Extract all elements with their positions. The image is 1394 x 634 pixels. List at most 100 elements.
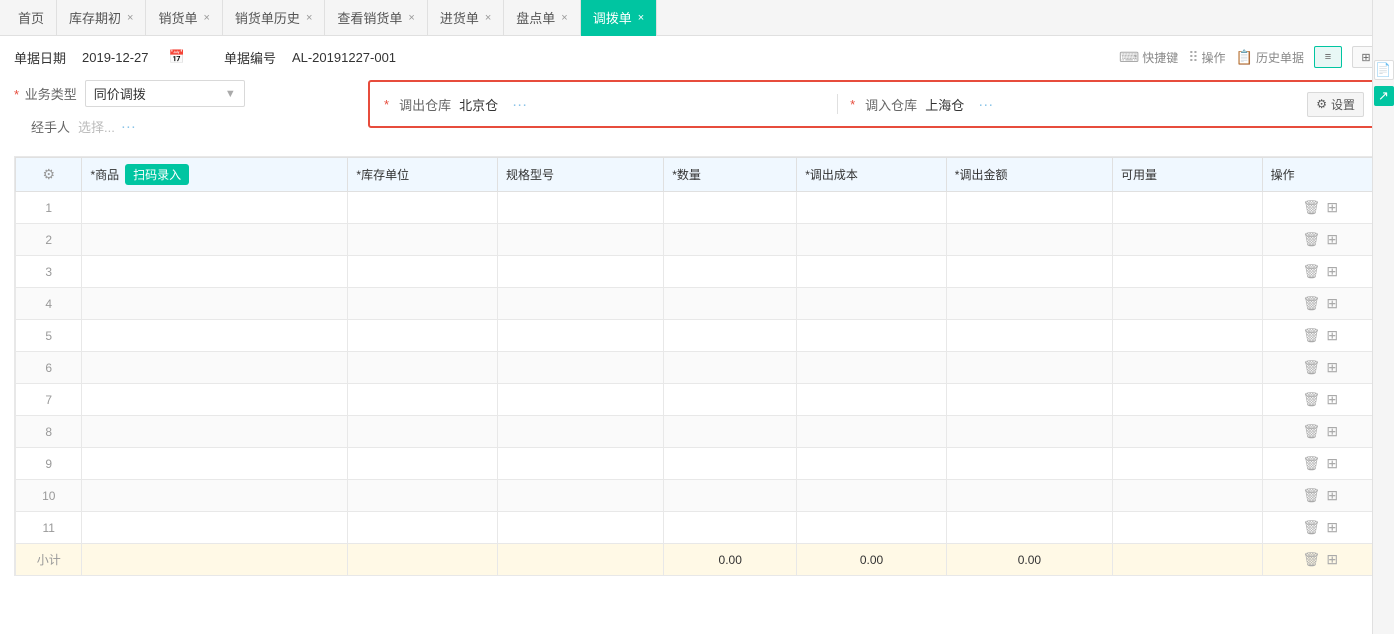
row-avail[interactable] [1113, 256, 1263, 288]
row-goods[interactable] [82, 512, 348, 544]
biz-type-select[interactable]: 同价调拨 ▼ [85, 80, 245, 107]
row-qty[interactable] [664, 288, 797, 320]
row-amount[interactable] [946, 512, 1112, 544]
copy-icon[interactable]: ⊞ [1326, 295, 1338, 312]
tab-inventory-init[interactable]: 库存期初 × [57, 0, 146, 36]
delete-icon[interactable]: 🗑 [1303, 327, 1321, 344]
row-qty[interactable] [664, 512, 797, 544]
delete-icon[interactable]: 🗑 [1303, 295, 1321, 312]
delete-icon[interactable]: 🗑 [1303, 199, 1321, 216]
row-unit[interactable] [348, 480, 498, 512]
sidebar-export-btn[interactable]: ↗ [1374, 86, 1394, 106]
tab-purchase-close[interactable]: × [485, 12, 491, 24]
row-cost[interactable] [797, 320, 947, 352]
row-unit[interactable] [348, 512, 498, 544]
tab-purchase[interactable]: 进货单 × [428, 0, 504, 36]
tab-stock-close[interactable]: × [561, 12, 567, 24]
subtotal-delete-icon[interactable]: 🗑 [1303, 551, 1321, 568]
copy-icon[interactable]: ⊞ [1326, 199, 1338, 216]
row-unit[interactable] [348, 288, 498, 320]
delete-icon[interactable]: 🗑 [1303, 487, 1321, 504]
row-avail[interactable] [1113, 224, 1263, 256]
copy-icon[interactable]: ⊞ [1326, 359, 1338, 376]
row-unit[interactable] [348, 384, 498, 416]
row-spec[interactable] [498, 416, 664, 448]
ops-btn[interactable]: ⠿ 操作 [1188, 49, 1225, 66]
scan-btn[interactable]: 扫码录入 [125, 164, 189, 185]
row-amount[interactable] [946, 448, 1112, 480]
list-view-btn[interactable]: ≡ [1314, 46, 1342, 68]
row-goods[interactable] [82, 384, 348, 416]
delete-icon[interactable]: 🗑 [1303, 391, 1321, 408]
copy-icon[interactable]: ⊞ [1326, 487, 1338, 504]
row-amount[interactable] [946, 416, 1112, 448]
row-goods[interactable] [82, 352, 348, 384]
row-unit[interactable] [348, 416, 498, 448]
row-qty[interactable] [664, 320, 797, 352]
row-avail[interactable] [1113, 512, 1263, 544]
row-cost[interactable] [797, 480, 947, 512]
row-cost[interactable] [797, 512, 947, 544]
row-amount[interactable] [946, 256, 1112, 288]
row-qty[interactable] [664, 224, 797, 256]
row-unit[interactable] [348, 224, 498, 256]
tab-inventory-init-close[interactable]: × [127, 12, 133, 24]
delete-icon[interactable]: 🗑 [1303, 231, 1321, 248]
row-qty[interactable] [664, 480, 797, 512]
row-goods[interactable] [82, 416, 348, 448]
th-gear[interactable]: ⚙ [16, 158, 82, 192]
row-spec[interactable] [498, 256, 664, 288]
row-avail[interactable] [1113, 384, 1263, 416]
row-unit[interactable] [348, 352, 498, 384]
row-spec[interactable] [498, 352, 664, 384]
settings-btn[interactable]: ⚙ 设置 [1307, 92, 1364, 117]
row-qty[interactable] [664, 448, 797, 480]
row-amount[interactable] [946, 384, 1112, 416]
row-spec[interactable] [498, 480, 664, 512]
row-avail[interactable] [1113, 192, 1263, 224]
tab-transfer[interactable]: 调拨单 × [581, 0, 657, 36]
tab-view-sales[interactable]: 查看销货单 × [325, 0, 427, 36]
delete-icon[interactable]: 🗑 [1303, 455, 1321, 472]
copy-icon[interactable]: ⊞ [1326, 391, 1338, 408]
row-avail[interactable] [1113, 288, 1263, 320]
row-unit[interactable] [348, 256, 498, 288]
person-dots-btn[interactable]: ··· [115, 118, 142, 135]
row-spec[interactable] [498, 192, 664, 224]
copy-icon[interactable]: ⊞ [1326, 455, 1338, 472]
row-goods[interactable] [82, 480, 348, 512]
row-spec[interactable] [498, 320, 664, 352]
delete-icon[interactable]: 🗑 [1303, 263, 1321, 280]
row-cost[interactable] [797, 352, 947, 384]
row-goods[interactable] [82, 256, 348, 288]
row-goods[interactable] [82, 288, 348, 320]
row-amount[interactable] [946, 288, 1112, 320]
calendar-icon[interactable]: 📅 [169, 49, 185, 65]
delete-icon[interactable]: 🗑 [1303, 423, 1321, 440]
row-amount[interactable] [946, 224, 1112, 256]
copy-icon[interactable]: ⊞ [1326, 327, 1338, 344]
row-spec[interactable] [498, 512, 664, 544]
tab-sales-history-close[interactable]: × [306, 12, 312, 24]
row-avail[interactable] [1113, 480, 1263, 512]
row-goods[interactable] [82, 448, 348, 480]
row-amount[interactable] [946, 320, 1112, 352]
out-warehouse-dots[interactable]: ··· [506, 96, 533, 113]
row-amount[interactable] [946, 480, 1112, 512]
in-warehouse-dots[interactable]: ··· [972, 96, 999, 113]
tab-transfer-close[interactable]: × [638, 12, 644, 24]
row-qty[interactable] [664, 384, 797, 416]
row-unit[interactable] [348, 448, 498, 480]
row-qty[interactable] [664, 416, 797, 448]
row-spec[interactable] [498, 288, 664, 320]
table-gear-icon[interactable]: ⚙ [42, 166, 55, 182]
sidebar-doc-btn[interactable]: 📄 [1374, 60, 1394, 80]
row-spec[interactable] [498, 224, 664, 256]
tab-home[interactable]: 首页 [8, 0, 57, 36]
tab-stock[interactable]: 盘点单 × [504, 0, 580, 36]
row-avail[interactable] [1113, 352, 1263, 384]
row-avail[interactable] [1113, 320, 1263, 352]
row-amount[interactable] [946, 192, 1112, 224]
row-cost[interactable] [797, 384, 947, 416]
copy-icon[interactable]: ⊞ [1326, 423, 1338, 440]
